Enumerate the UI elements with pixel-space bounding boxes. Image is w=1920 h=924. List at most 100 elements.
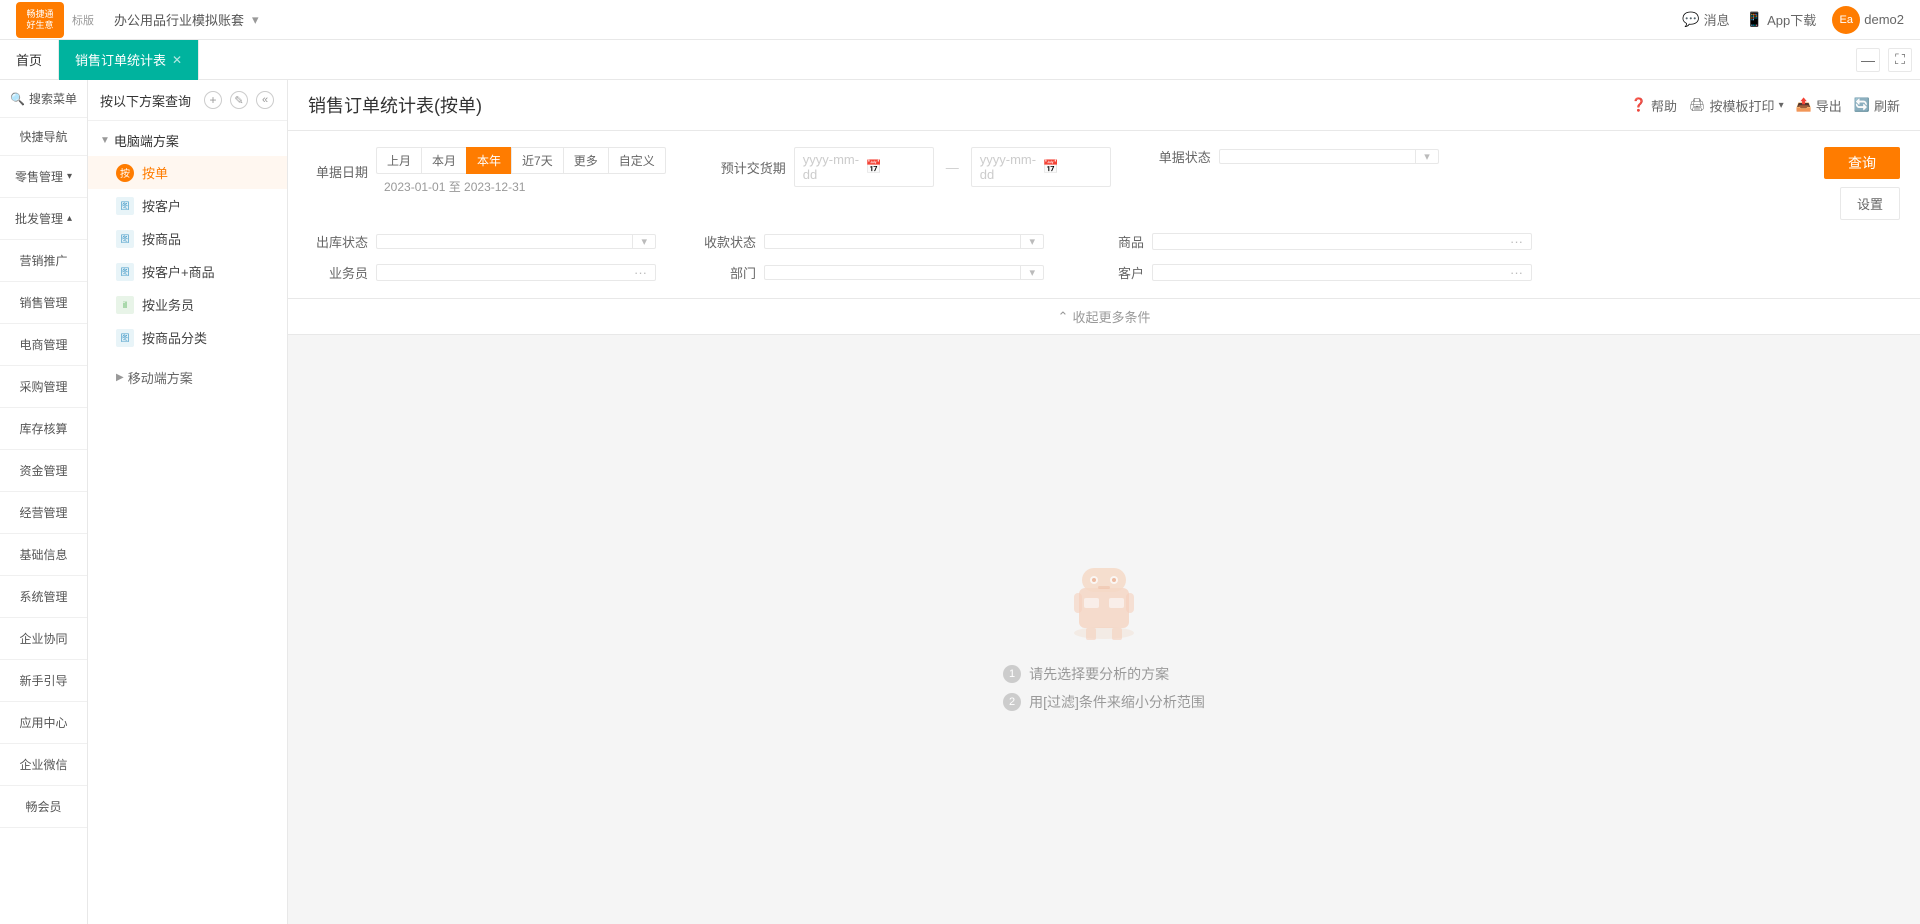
sidebar-item-purchase[interactable]: 采购管理 — [0, 366, 87, 408]
sidebar-item-operations[interactable]: 经营管理 — [0, 492, 87, 534]
scheme-item-by-cust-prod[interactable]: 图 按客户+商品 — [88, 255, 287, 288]
operations-label: 经营管理 — [19, 506, 67, 520]
tab-sales-order-stats[interactable]: 销售订单统计表 ✕ — [59, 40, 199, 80]
left-panel-header: 按以下方案查询 + ✎ « — [88, 80, 287, 121]
scheme-item-by-prod-cat[interactable]: 图 按商品分类 — [88, 321, 287, 354]
app-subtitle: 标版 — [72, 12, 94, 28]
logo: 畅捷通好生意 — [16, 2, 64, 38]
by-salesperson-label: 按业务员 — [142, 295, 194, 314]
print-btn[interactable]: 🖨 按模板打印 ▾ — [1689, 96, 1784, 115]
customer-item: 客户 ··· — [1084, 263, 1532, 282]
query-actions: 查询 设置 — [1812, 147, 1900, 220]
sidebar-item-inventory[interactable]: 库存核算 — [0, 408, 87, 450]
sidebar-item-wholesale[interactable]: 批发管理 ▴ — [0, 198, 87, 240]
export-btn[interactable]: 📤 导出 — [1796, 96, 1842, 115]
department-dropdown-icon[interactable]: ▾ — [1020, 266, 1043, 279]
left-panel: 按以下方案查询 + ✎ « ▼ 电脑端方案 按 按单 — [88, 80, 288, 924]
sidebar-item-ecommerce[interactable]: 电商管理 — [0, 324, 87, 366]
left-panel-actions: + ✎ « — [203, 90, 275, 110]
department-label: 部门 — [696, 263, 756, 282]
tab-home[interactable]: 首页 — [0, 40, 59, 80]
last-7-days-btn[interactable]: 近7天 — [511, 147, 563, 174]
filter-row-2: 出库状态 ▾ 收款状态 ▾ 商品 — [308, 232, 1900, 251]
query-btn[interactable]: 查询 — [1824, 147, 1900, 179]
expected-date-start[interactable]: yyyy-mm-dd 📅 — [794, 147, 934, 187]
filter-row-3: 业务员 ··· 部门 ▾ 客户 — [308, 263, 1900, 282]
new-user-label: 新手引导 — [19, 674, 67, 688]
help-icon: ❓ — [1631, 97, 1647, 113]
quick-nav-label: 快捷导航 — [19, 128, 67, 145]
help-btn[interactable]: ❓ 帮助 — [1631, 96, 1677, 115]
more-btn[interactable]: 更多 — [563, 147, 608, 174]
by-order-icon: 按 — [116, 164, 134, 182]
sidebar-item-app-center[interactable]: 应用中心 — [0, 702, 87, 744]
message-btn[interactable]: 💬 消息 — [1682, 10, 1729, 29]
by-customer-label: 按客户 — [142, 196, 181, 215]
last-month-btn[interactable]: 上月 — [376, 147, 421, 174]
tip-num-2: 2 — [1003, 693, 1021, 711]
sidebar: 🔍 搜索菜单 快捷导航 零售管理 ▾ 批发管理 ▴ 营销推广 销售管理 电商管理… — [0, 80, 88, 924]
sidebar-item-marketing[interactable]: 营销推广 — [0, 240, 87, 282]
sidebar-item-basic[interactable]: 基础信息 — [0, 534, 87, 576]
product-more-icon[interactable]: ··· — [1502, 234, 1531, 249]
custom-btn[interactable]: 自定义 — [608, 147, 666, 174]
add-scheme-btn[interactable]: + — [203, 90, 223, 110]
export-icon: 📤 — [1796, 97, 1812, 113]
tab-close-icon[interactable]: ✕ — [172, 53, 182, 67]
this-year-btn[interactable]: 本年 — [466, 147, 511, 174]
scheme-item-by-order[interactable]: 按 按单 — [88, 156, 287, 189]
scheme-item-by-product[interactable]: 图 按商品 — [88, 222, 287, 255]
calendar-start-icon: 📅 — [866, 159, 925, 175]
sidebar-item-retail[interactable]: 零售管理 ▾ — [0, 156, 87, 198]
app-download-btn[interactable]: 📱 App下载 — [1746, 10, 1817, 29]
maximize-btn[interactable]: ⛶ — [1888, 48, 1912, 72]
this-month-btn[interactable]: 本月 — [421, 147, 466, 174]
payment-dropdown-icon[interactable]: ▾ — [1020, 235, 1043, 248]
sidebar-quick-nav[interactable]: 快捷导航 — [0, 118, 87, 156]
sidebar-item-sales[interactable]: 销售管理 — [0, 282, 87, 324]
sidebar-item-wechat[interactable]: 企业微信 — [0, 744, 87, 786]
settings-btn[interactable]: 设置 — [1840, 187, 1900, 220]
empty-tip-1: 1 请先选择要分析的方案 — [1003, 664, 1205, 684]
collapse-btn[interactable]: ⌃ 收起更多条件 — [1058, 307, 1151, 326]
sidebar-item-finance[interactable]: 资金管理 — [0, 450, 87, 492]
date-buttons-group: 上月 本月 本年 近7天 更多 自定义 2023-01-01 至 2023-12… — [376, 147, 666, 195]
edit-scheme-btn[interactable]: ✎ — [229, 90, 249, 110]
status-dropdown-icon[interactable]: ▾ — [1415, 150, 1438, 163]
by-cust-prod-icon: 图 — [116, 263, 134, 281]
sidebar-item-member[interactable]: 畅会员 — [0, 786, 87, 828]
expected-date-end[interactable]: yyyy-mm-dd 📅 — [971, 147, 1111, 187]
delivery-label: 出库状态 — [308, 232, 368, 251]
salesperson-more-icon[interactable]: ··· — [626, 265, 655, 280]
sidebar-item-system[interactable]: 系统管理 — [0, 576, 87, 618]
scheme-item-by-customer[interactable]: 图 按客户 — [88, 189, 287, 222]
scheme-item-by-salesperson[interactable]: il 按业务员 — [88, 288, 287, 321]
delivery-dropdown-icon[interactable]: ▾ — [632, 235, 655, 248]
refresh-btn[interactable]: 🔄 刷新 — [1854, 96, 1900, 115]
pc-group-arrow-icon: ▼ — [100, 135, 110, 146]
delivery-select-wrapper: ▾ — [376, 234, 656, 249]
customer-more-icon[interactable]: ··· — [1502, 265, 1531, 280]
sidebar-search[interactable]: 🔍 搜索菜单 — [0, 80, 87, 118]
collapse-panel-btn[interactable]: « — [255, 90, 275, 110]
tip-text-1: 请先选择要分析的方案 — [1029, 664, 1169, 684]
by-cust-prod-label: 按客户+商品 — [142, 262, 215, 281]
retail-arrow-icon: ▾ — [67, 171, 72, 182]
by-prod-cat-icon: 图 — [116, 329, 134, 347]
salesperson-input-wrapper: ··· — [376, 264, 656, 281]
user-menu[interactable]: Ea demo2 — [1832, 6, 1904, 34]
sidebar-item-new-user[interactable]: 新手引导 — [0, 660, 87, 702]
pc-group-header[interactable]: ▼ 电脑端方案 — [88, 125, 287, 156]
refresh-label: 刷新 — [1874, 96, 1900, 115]
help-label: 帮助 — [1651, 96, 1677, 115]
payment-status-item: 收款状态 ▾ — [696, 232, 1044, 251]
print-arrow-icon: ▾ — [1779, 100, 1784, 111]
minimize-btn[interactable]: — — [1856, 48, 1880, 72]
sidebar-item-enterprise[interactable]: 企业协同 — [0, 618, 87, 660]
search-icon: 🔍 — [10, 92, 25, 106]
left-panel-title: 按以下方案查询 — [100, 91, 197, 110]
app-download-label: App下载 — [1767, 10, 1816, 29]
mobile-group-header[interactable]: ▶ 移动端方案 — [88, 362, 287, 393]
dropdown-icon[interactable]: ▾ — [252, 12, 259, 28]
inventory-label: 库存核算 — [19, 422, 67, 436]
